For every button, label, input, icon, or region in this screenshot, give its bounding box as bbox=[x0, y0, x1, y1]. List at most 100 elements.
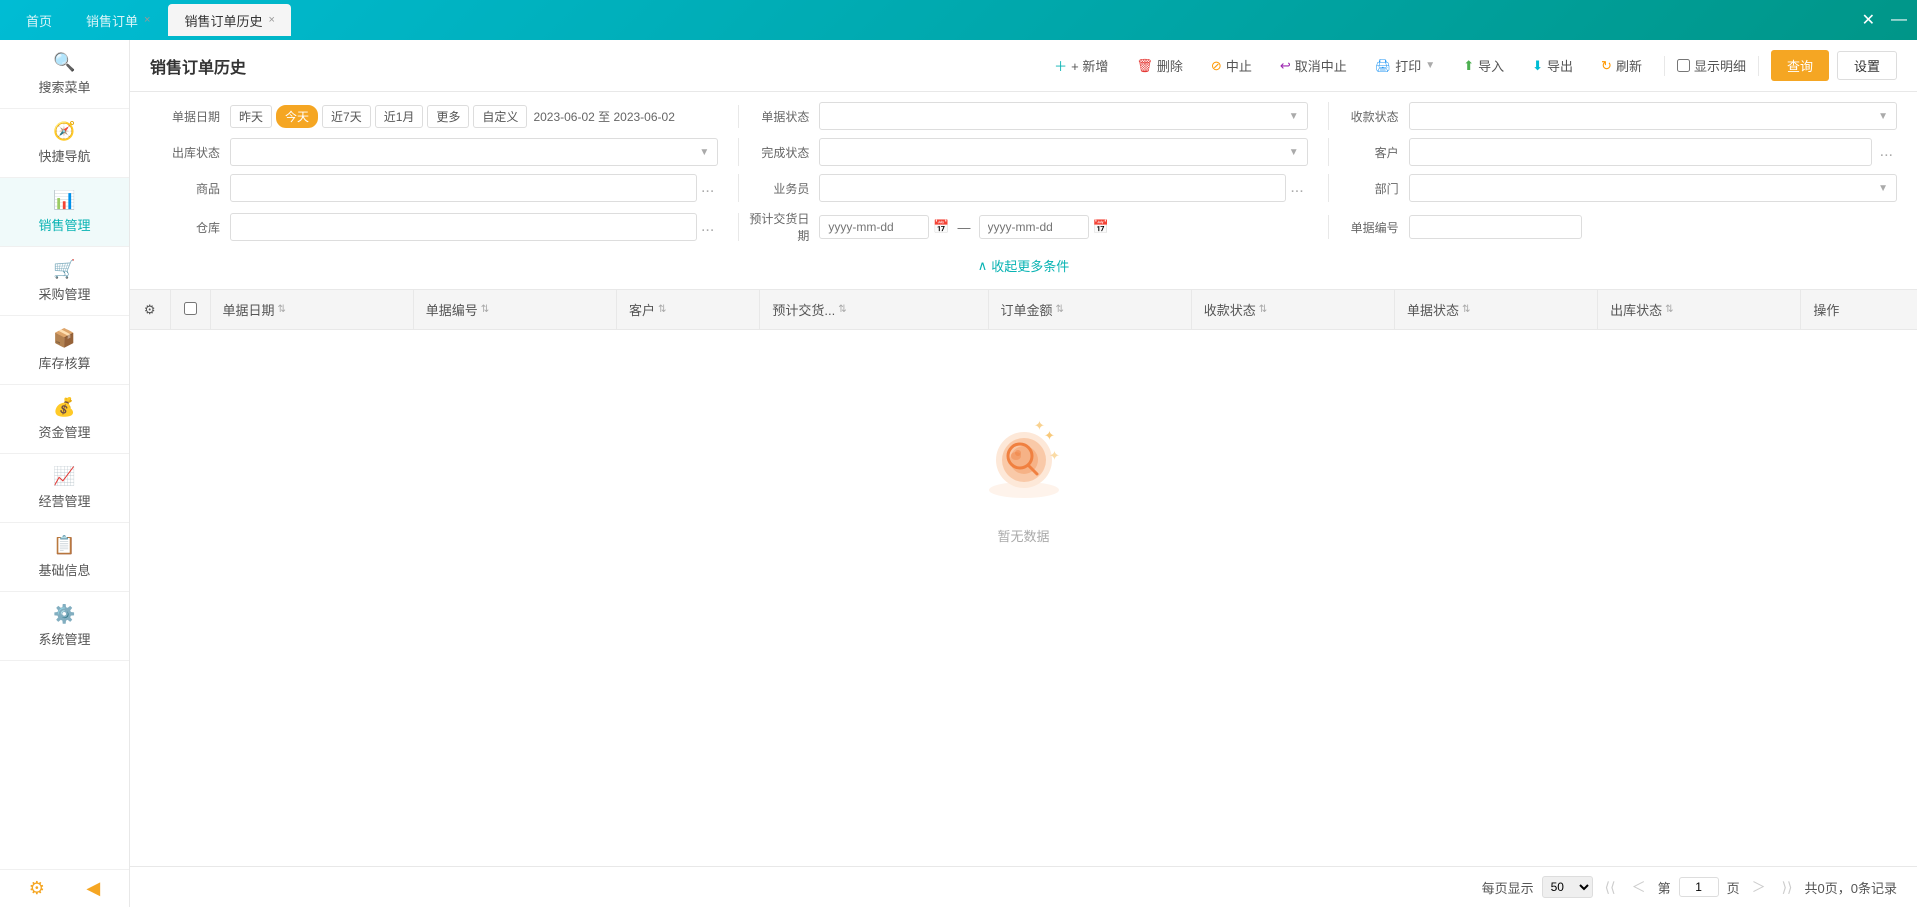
toolbar-divider bbox=[1664, 56, 1665, 76]
sidebar-item-operations[interactable]: 📈 经营管理 bbox=[0, 454, 129, 523]
new-button[interactable]: ＋ + 新增 bbox=[1044, 52, 1118, 79]
delete-icon: 🗑 bbox=[1136, 58, 1153, 74]
date-more-btn[interactable]: 更多 bbox=[427, 105, 469, 128]
payment-label: 收款状态 bbox=[1329, 108, 1409, 125]
th-settings[interactable]: ⚙ bbox=[130, 290, 170, 330]
refresh-button[interactable]: ↻ 刷新 bbox=[1591, 52, 1652, 79]
date-range-display: 2023-06-02 至 2023-06-02 bbox=[533, 108, 674, 125]
sidebar-settings-icon[interactable]: ⚙ bbox=[29, 878, 45, 899]
query-button[interactable]: 查询 bbox=[1771, 50, 1829, 81]
goods-label: 商品 bbox=[150, 180, 230, 197]
collapse-more-btn[interactable]: ∧ 收起更多条件 bbox=[150, 252, 1897, 279]
sidebar-item-system-label: 系统管理 bbox=[38, 629, 90, 648]
salesman-dots-btn[interactable]: ... bbox=[1286, 179, 1307, 197]
th-action: 操作 bbox=[1801, 290, 1917, 330]
settings-button[interactable]: 设置 bbox=[1837, 51, 1897, 80]
select-all-checkbox[interactable] bbox=[184, 302, 197, 315]
purchase-icon: 🛒 bbox=[53, 259, 75, 280]
date-today-btn[interactable]: 今天 bbox=[276, 105, 318, 128]
display-toggle-label: 显示明细 bbox=[1694, 56, 1746, 75]
delivery-date-to-input[interactable] bbox=[979, 215, 1089, 239]
sidebar-item-purchase[interactable]: 🛒 采购管理 bbox=[0, 247, 129, 316]
last-page-btn[interactable]: ⟩⟩ bbox=[1778, 877, 1797, 898]
tab-sales-order-history-close[interactable]: × bbox=[268, 14, 274, 26]
warehouse-select[interactable] bbox=[230, 213, 697, 241]
th-customer[interactable]: 客户 ⇅ bbox=[616, 290, 759, 330]
goods-select[interactable] bbox=[230, 174, 697, 202]
calendar-to-icon[interactable]: 📅 bbox=[1093, 219, 1109, 235]
delivery-date-from-input[interactable] bbox=[819, 215, 929, 239]
order-num-input[interactable] bbox=[1409, 215, 1582, 239]
th-delivery[interactable]: 预计交货... ⇅ bbox=[760, 290, 988, 330]
page-size-label: 每页显示 bbox=[1482, 878, 1534, 897]
date-quick-btns: 昨天 今天 近7天 近1月 更多 自定义 bbox=[230, 105, 527, 128]
next-page-btn[interactable]: ＞ bbox=[1748, 875, 1770, 899]
display-toggle-checkbox[interactable] bbox=[1677, 59, 1690, 72]
print-button[interactable]: 🖨 打印 ▼ bbox=[1365, 52, 1445, 79]
th-check[interactable] bbox=[170, 290, 210, 330]
tab-sales-order[interactable]: 销售订单 × bbox=[70, 4, 166, 36]
finance-icon: 💰 bbox=[53, 397, 75, 418]
date-yesterday-btn[interactable]: 昨天 bbox=[230, 105, 272, 128]
th-doc-status[interactable]: 单据状态 ⇅ bbox=[1394, 290, 1597, 330]
th-stock-status[interactable]: 出库状态 ⇅ bbox=[1598, 290, 1801, 330]
minimize-btn[interactable]: — bbox=[1891, 11, 1907, 29]
th-amount-sort-icon: ⇅ bbox=[1056, 304, 1064, 315]
toolbar: ＋ + 新增 🗑 删除 ⊘ 中止 ↩ 取消中止 🖨 打印 bbox=[1044, 50, 1897, 81]
customer-dots-btn[interactable]: ... bbox=[1876, 143, 1897, 161]
cancel-stop-button[interactable]: ↩ 取消中止 bbox=[1270, 52, 1357, 79]
display-toggle[interactable]: 显示明细 bbox=[1677, 56, 1746, 75]
warehouse-dots-btn[interactable]: ... bbox=[697, 218, 718, 236]
calendar-from-icon[interactable]: 📅 bbox=[933, 219, 949, 235]
delete-button[interactable]: 🗑 删除 bbox=[1126, 52, 1193, 79]
export-button[interactable]: ⬇ 导出 bbox=[1522, 52, 1583, 79]
table-footer: 每页显示 50 10 20 100 ⟨⟨ ＜ 第 页 ＞ ⟩⟩ 共0页，0条记录 bbox=[130, 866, 1917, 907]
tab-home[interactable]: 首页 bbox=[10, 4, 68, 36]
sidebar-item-quick-nav[interactable]: 🧭 快捷导航 bbox=[0, 109, 129, 178]
date-7days-btn[interactable]: 近7天 bbox=[322, 105, 371, 128]
status-select[interactable]: ▼ bbox=[819, 102, 1307, 130]
close-window-btn[interactable]: ✕ bbox=[1862, 10, 1875, 30]
sidebar-item-system[interactable]: ⚙️ 系统管理 bbox=[0, 592, 129, 661]
filter-area: 单据日期 昨天 今天 近7天 近1月 更多 自定义 2023-06-02 至 2… bbox=[130, 92, 1917, 290]
sidebar-item-search[interactable]: 🔍 搜索菜单 bbox=[0, 40, 129, 109]
date-custom-btn[interactable]: 自定义 bbox=[473, 105, 527, 128]
complete-select[interactable]: ▼ bbox=[819, 138, 1307, 166]
order-num-label: 单据编号 bbox=[1329, 219, 1409, 236]
prev-page-btn[interactable]: ＜ bbox=[1628, 875, 1650, 899]
customer-select[interactable] bbox=[1409, 138, 1872, 166]
topbar: 首页 销售订单 × 销售订单历史 × ✕ — bbox=[0, 0, 1917, 40]
complete-arrow-icon: ▼ bbox=[1289, 147, 1299, 158]
tab-sales-order-history[interactable]: 销售订单历史 × bbox=[168, 4, 290, 36]
stop-button[interactable]: ⊘ 中止 bbox=[1201, 52, 1262, 79]
sidebar-item-inventory[interactable]: 📦 库存核算 bbox=[0, 316, 129, 385]
th-date[interactable]: 单据日期 ⇅ bbox=[210, 290, 413, 330]
page-size-select[interactable]: 50 10 20 100 bbox=[1542, 876, 1593, 898]
sidebar-item-basic-info[interactable]: 📋 基础信息 bbox=[0, 523, 129, 592]
sidebar-item-finance[interactable]: 💰 资金管理 bbox=[0, 385, 129, 454]
th-amount[interactable]: 订单金额 ⇅ bbox=[988, 290, 1191, 330]
page-number-input[interactable] bbox=[1679, 877, 1719, 897]
stock-out-select[interactable]: ▼ bbox=[230, 138, 718, 166]
sidebar-collapse-icon[interactable]: ◀ bbox=[86, 878, 100, 899]
goods-dots-btn[interactable]: ... bbox=[697, 179, 718, 197]
tab-sales-order-close[interactable]: × bbox=[144, 14, 150, 26]
export-icon: ⬇ bbox=[1532, 58, 1543, 74]
th-payment-status[interactable]: 收款状态 ⇅ bbox=[1191, 290, 1394, 330]
search-menu-icon: 🔍 bbox=[53, 52, 75, 73]
th-payment-sort-icon: ⇅ bbox=[1259, 304, 1267, 315]
sidebar-item-search-label: 搜索菜单 bbox=[38, 77, 90, 96]
basic-info-icon: 📋 bbox=[53, 535, 75, 556]
customer-label: 客户 bbox=[1329, 144, 1409, 161]
th-num[interactable]: 单据编号 ⇅ bbox=[413, 290, 616, 330]
salesman-select[interactable] bbox=[819, 174, 1286, 202]
first-page-btn[interactable]: ⟨⟨ bbox=[1601, 877, 1620, 898]
date-1month-btn[interactable]: 近1月 bbox=[375, 105, 424, 128]
payment-select[interactable]: ▼ bbox=[1409, 102, 1897, 130]
print-icon: 🖨 bbox=[1375, 58, 1392, 74]
import-button[interactable]: ⬆ 导入 bbox=[1453, 52, 1514, 79]
sidebar-item-sales[interactable]: 📊 销售管理 bbox=[0, 178, 129, 247]
dept-select[interactable]: ▼ bbox=[1409, 174, 1897, 202]
salesman-label: 业务员 bbox=[739, 180, 819, 197]
sidebar: 🔍 搜索菜单 🧭 快捷导航 📊 销售管理 🛒 采购管理 📦 库存核算 💰 资金管… bbox=[0, 40, 130, 907]
